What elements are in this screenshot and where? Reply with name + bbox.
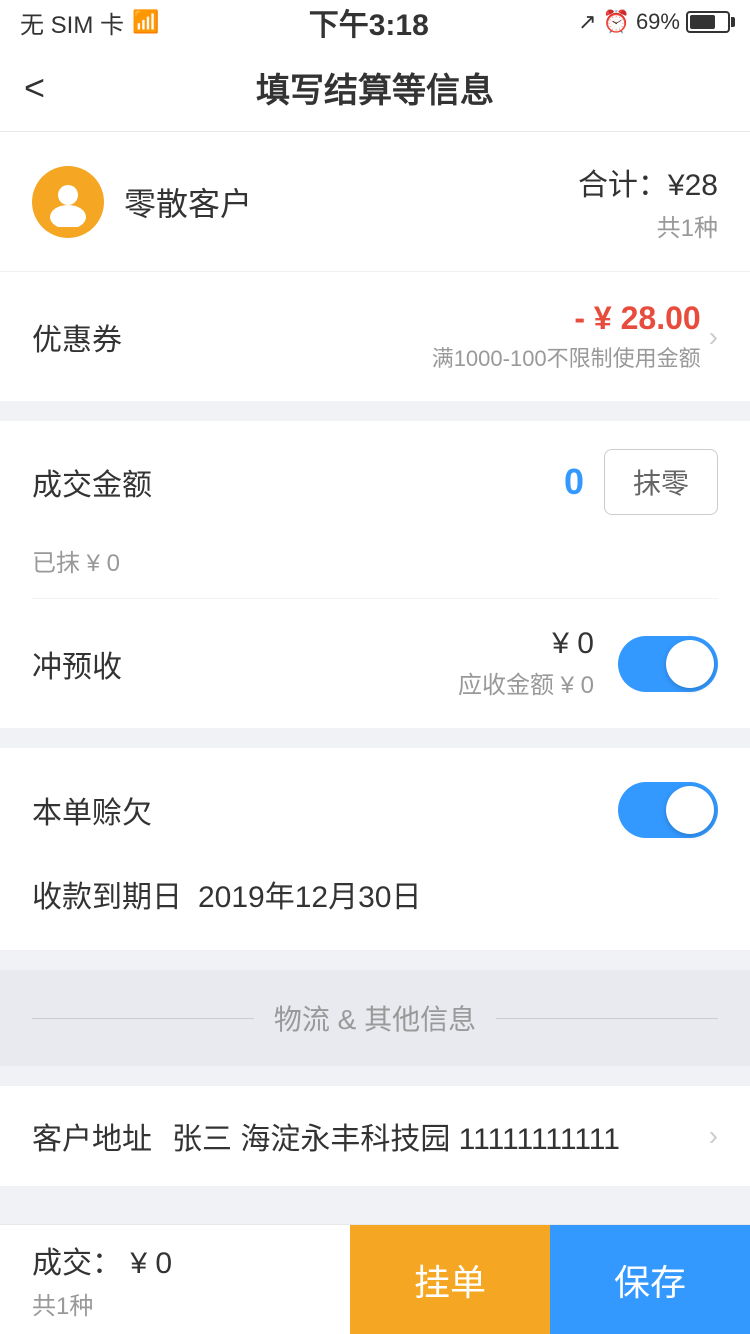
logistics-header: 物流 & 其他信息 <box>0 970 750 1066</box>
prereceive-sub: 应收金额 ¥ 0 <box>458 665 594 700</box>
toggle-knob <box>666 640 714 688</box>
coupon-chevron-icon: › <box>709 321 718 353</box>
logistics-section: 物流 & 其他信息 <box>0 970 750 1066</box>
page-title: 填写结算等信息 <box>256 63 494 112</box>
debt-date-row: 收款到期日 2019年12月30日 <box>0 872 750 950</box>
location-icon: ↗ <box>578 9 596 35</box>
customer-left: 零散客户 <box>32 166 252 238</box>
debt-section: 本单赊欠 收款到期日 2019年12月30日 <box>0 748 750 950</box>
logistics-label: 物流 & 其他信息 <box>274 998 476 1038</box>
avatar-icon <box>43 177 93 227</box>
prereceive-amount: ¥ 0 <box>458 627 594 661</box>
deal-right: 0 抹零 <box>544 449 718 515</box>
deal-amount-label: 成交金额 <box>32 460 152 504</box>
debt-row: 本单赊欠 <box>0 748 750 872</box>
prereceive-right: ¥ 0 应收金额 ¥ 0 <box>458 627 718 700</box>
coupon-row[interactable]: 优惠券 - ¥ 28.00 满1000-100不限制使用金额 › <box>0 271 750 401</box>
wifi-icon: 📶 <box>132 9 159 35</box>
bottom-summary: 成交： ¥ 0 共1种 <box>0 1238 350 1321</box>
debt-due-date-label: 收款到期日 <box>32 872 182 916</box>
bottom-deal-value: ¥ 0 <box>130 1247 172 1280</box>
total-count: 共1种 <box>578 208 718 243</box>
address-value: 张三 海淀永丰科技园 11111111111 <box>172 1114 709 1158</box>
coupon-label: 优惠券 <box>32 315 122 359</box>
customer-avatar <box>32 166 104 238</box>
customer-row: 零散客户 合计：¥28 共1种 <box>0 132 750 271</box>
prereceive-toggle[interactable] <box>618 636 718 692</box>
status-right: ↗ ⏰ 69% <box>578 9 730 35</box>
bottom-deal-label: 成交： <box>32 1247 122 1280</box>
debt-label: 本单赊欠 <box>32 788 152 832</box>
alarm-icon: ⏰ <box>603 9 630 35</box>
debt-toggle[interactable] <box>618 782 718 838</box>
save-button[interactable]: 保存 <box>550 1225 750 1334</box>
battery-percent: 69% <box>636 9 680 35</box>
deal-amount-row: 成交金额 0 抹零 <box>0 421 750 543</box>
status-left: 无 SIM 卡 📶 <box>20 5 159 40</box>
debt-toggle-knob <box>666 786 714 834</box>
battery-fill <box>690 15 715 29</box>
customer-section: 零散客户 合计：¥28 共1种 优惠券 - ¥ 28.00 满1000-100不… <box>0 132 750 401</box>
address-label: 客户地址 <box>32 1114 152 1158</box>
deal-sub-text: 已抹 ¥ 0 <box>0 543 750 598</box>
bottom-bar: 成交： ¥ 0 共1种 挂单 保存 <box>0 1224 750 1334</box>
deal-section: 成交金额 0 抹零 已抹 ¥ 0 冲预收 ¥ 0 应收金额 ¥ 0 <box>0 421 750 728</box>
address-section: 客户地址 张三 海淀永丰科技园 11111111111 › <box>0 1086 750 1186</box>
deal-amount-value[interactable]: 0 <box>544 461 584 503</box>
status-time: 下午3:18 <box>309 0 429 44</box>
address-chevron-icon: › <box>709 1120 718 1152</box>
bottom-deal-amount: 成交： ¥ 0 <box>32 1238 318 1282</box>
prereceive-label: 冲预收 <box>32 642 122 686</box>
bottom-count: 共1种 <box>32 1286 318 1321</box>
hold-button[interactable]: 挂单 <box>350 1225 550 1334</box>
round-zero-button[interactable]: 抹零 <box>604 449 718 515</box>
back-button[interactable]: < <box>24 67 45 109</box>
battery-icon <box>686 11 730 33</box>
customer-right: 合计：¥28 共1种 <box>578 160 718 243</box>
prereceive-row: 冲预收 ¥ 0 应收金额 ¥ 0 <box>0 599 750 728</box>
debt-due-date-value[interactable]: 2019年12月30日 <box>198 872 421 916</box>
coupon-info: - ¥ 28.00 满1000-100不限制使用金额 <box>432 300 701 373</box>
status-bar: 无 SIM 卡 📶 下午3:18 ↗ ⏰ 69% <box>0 0 750 44</box>
coupon-right: - ¥ 28.00 满1000-100不限制使用金额 › <box>432 300 718 373</box>
prereceive-info: ¥ 0 应收金额 ¥ 0 <box>458 627 594 700</box>
address-row[interactable]: 客户地址 张三 海淀永丰科技园 11111111111 › <box>0 1086 750 1186</box>
customer-name: 零散客户 <box>124 179 252 225</box>
coupon-amount: - ¥ 28.00 <box>432 300 701 337</box>
content: 零散客户 合计：¥28 共1种 优惠券 - ¥ 28.00 满1000-100不… <box>0 132 750 1326</box>
nav-bar: < 填写结算等信息 <box>0 44 750 132</box>
carrier-label: 无 SIM 卡 <box>20 5 124 40</box>
coupon-desc: 满1000-100不限制使用金额 <box>432 341 701 373</box>
total-amount: 合计：¥28 <box>578 160 718 204</box>
